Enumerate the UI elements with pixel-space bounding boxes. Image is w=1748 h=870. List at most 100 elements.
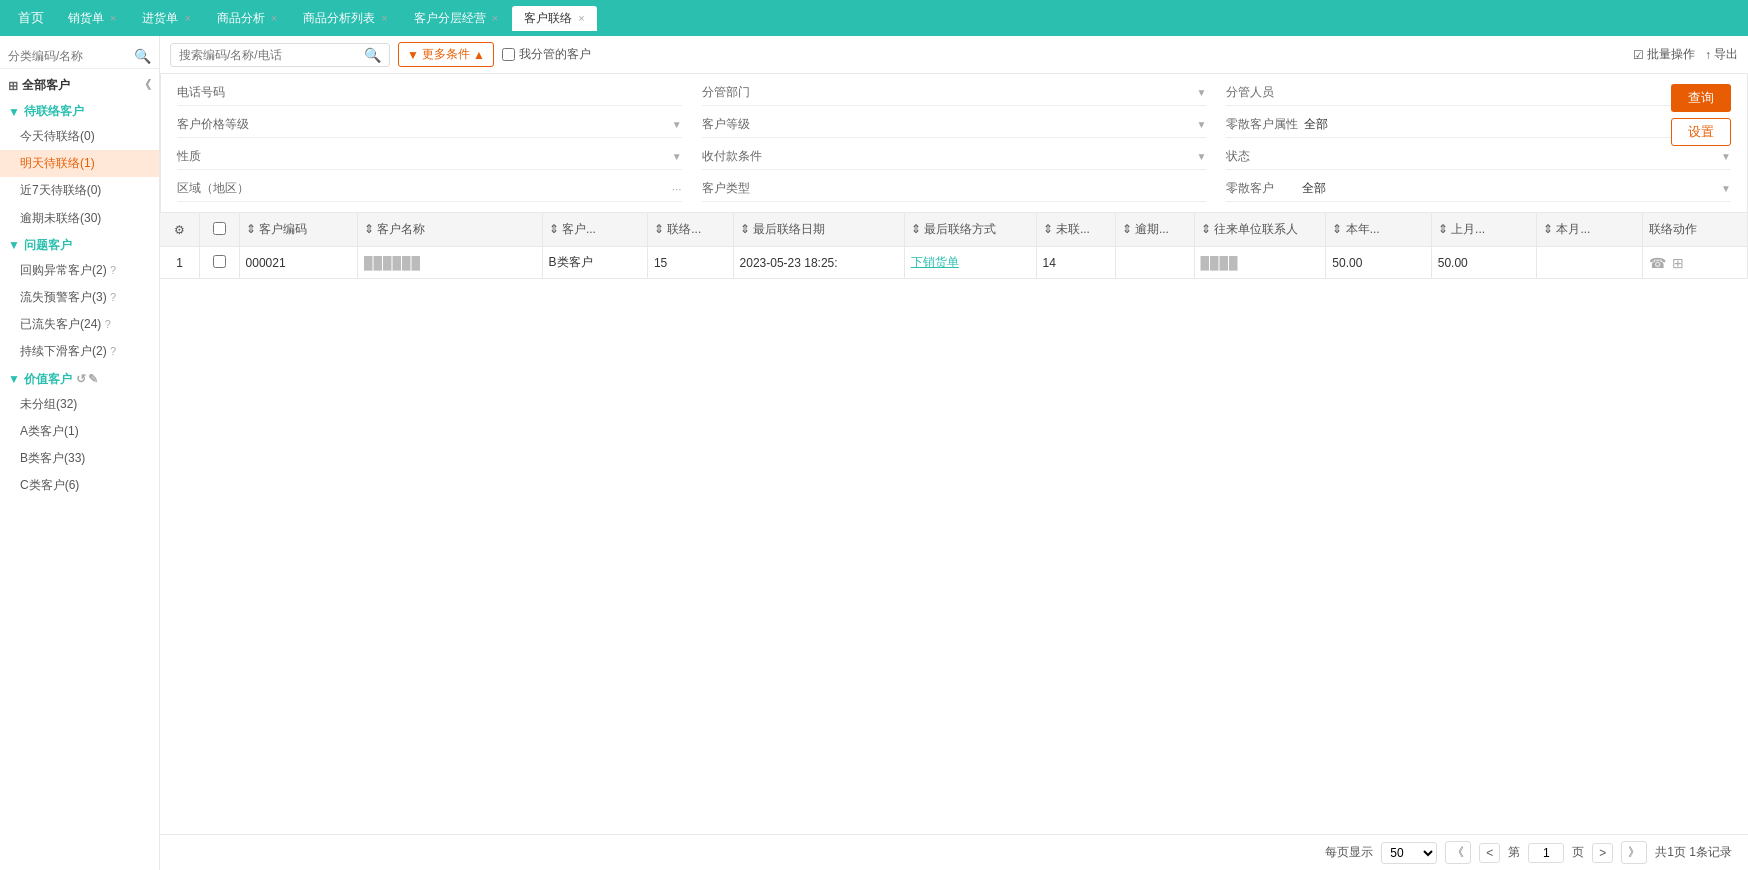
sidebar-search-icon[interactable]: 🔍 [134,48,151,64]
nav-tab-sales[interactable]: 销货单× [56,6,128,31]
table-area: ⚙ ⇕ 客户编码 ⇕ 客户名称 ⇕ 客户... ⇕ 联络... ⇕ 最后联络日期… [160,213,1748,834]
filter-retail-attr: 零散客户属性 全部 ▼ [1226,116,1731,138]
phone-input[interactable] [253,86,682,100]
search-icon[interactable]: 🔍 [364,47,381,63]
export-btn[interactable]: ↑ 导出 [1705,46,1738,63]
filter-region-value[interactable]: ··· [255,182,682,196]
layout: 🔍 ⊞ 全部客户 《 ▼ 待联络客户 今天待联络(0) 明天待联络(1) 近7天… [0,36,1748,870]
sidebar-item-churn-warning[interactable]: 流失预警客户(3) ? [0,284,159,311]
nav-tab-customer-contact[interactable]: 客户联络× [512,6,596,31]
sidebar-item-tomorrow[interactable]: 明天待联络(1) [0,150,159,177]
filter-manager-value[interactable]: ··· [1302,86,1731,100]
sort-icon-11: ⇕ [1438,222,1448,236]
refresh-icon[interactable]: ↺ [76,372,86,386]
sidebar-item-declining[interactable]: 持续下滑客户(2) ? [0,338,159,365]
row-checkbox-cell[interactable] [200,247,240,279]
action-contact-icon[interactable]: ☎ [1649,255,1666,271]
next-page-btn[interactable]: > [1592,843,1613,863]
sidebar-item-7days[interactable]: 近7天待联络(0) [0,177,159,204]
select-all-checkbox[interactable] [213,222,226,235]
filter-phone-value[interactable] [253,86,682,100]
filter-nature-label: 性质 [177,148,247,165]
sort-icon-9: ⇕ [1201,222,1211,236]
col-contact-count: ⇕ 联络... [647,213,733,247]
filter-retail-attr-label: 零散客户属性 [1226,116,1298,133]
more-filter-btn[interactable]: ▼ 更多条件 ▲ [398,42,494,67]
filter-customer-type-value[interactable] [778,182,1207,196]
col-checkbox[interactable] [200,213,240,247]
sidebar-item-b-class[interactable]: B类客户(33) [0,445,159,472]
row-no: 1 [160,247,200,279]
row-name[interactable]: ██████ [358,247,542,279]
sidebar-item-abnormal[interactable]: 回购异常客户(2) ? [0,257,159,284]
last-method-link[interactable]: 下销货单 [911,255,959,269]
reset-button[interactable]: 设置 [1671,118,1731,146]
group-title-value[interactable]: ▼ 价值客户 ↺ ✎ [0,366,159,391]
first-page-btn[interactable]: 《 [1445,841,1471,864]
col-year: ⇕ 本年... [1326,213,1431,247]
retail-customer-dropdown-icon: ▼ [1721,183,1731,194]
customer-type-input[interactable] [778,182,1207,196]
prev-page-btn[interactable]: < [1479,843,1500,863]
nav-tab-purchase[interactable]: 进货单× [130,6,202,31]
filter-retail-attr-value[interactable]: 全部 ▼ [1304,116,1731,133]
row-last-month: 50.00 [1431,247,1536,279]
sidebar-item-c-class[interactable]: C类客户(6) [0,472,159,499]
sidebar: 🔍 ⊞ 全部客户 《 ▼ 待联络客户 今天待联络(0) 明天待联络(1) 近7天… [0,36,160,870]
action-grid-icon[interactable]: ⊞ [1672,255,1684,271]
filter-payment-value[interactable]: ▼ [778,151,1207,162]
sidebar-item-churned[interactable]: 已流失客户(24) ? [0,311,159,338]
filter-customer-type-label: 客户类型 [702,180,772,197]
row-checkbox[interactable] [213,255,226,268]
all-customers-title[interactable]: ⊞ 全部客户 《 [0,73,159,98]
sidebar-search-input[interactable] [8,49,134,63]
filter-retail-customer-value[interactable]: 全部 ▼ [1302,180,1731,197]
search-input[interactable] [179,48,360,62]
region-dots-icon: ··· [672,182,682,196]
filter-payment-label: 收付款条件 [702,148,772,165]
col-settings[interactable]: ⚙ [160,213,200,247]
filter-customer-level-value[interactable]: ▼ [778,119,1207,130]
query-button[interactable]: 查询 [1671,84,1731,112]
my-customers-checkbox[interactable] [502,48,515,61]
last-page-btn[interactable]: 》 [1621,841,1647,864]
sidebar-item-overdue[interactable]: 逾期未联络(30) [0,205,159,232]
filter-manager: 分管人员 ··· [1226,84,1731,106]
filter-price-level-value[interactable]: ▼ [255,119,682,130]
sidebar-search-area: 🔍 [0,44,159,69]
sidebar-item-today[interactable]: 今天待联络(0) [0,123,159,150]
col-action: 联络动作 [1642,213,1748,247]
batch-btn[interactable]: ☑ 批量操作 [1633,46,1695,63]
page-input[interactable] [1528,843,1564,863]
filter-dept-value[interactable]: ▼ [778,87,1207,98]
filter-retail-customer: 零散客户 全部 ▼ [1226,180,1731,202]
nav-tab-customer-tier[interactable]: 客户分层经营× [402,6,510,31]
filter-nature: 性质 ▼ [177,148,682,170]
group-title-problem[interactable]: ▼ 问题客户 [0,232,159,257]
my-customers-checkbox-area: 我分管的客户 [502,46,591,63]
filter-price-level-label: 客户价格等级 [177,116,249,133]
edit-icon[interactable]: ✎ [88,372,98,386]
collapse-sidebar-btn[interactable]: 《 [139,77,151,94]
row-type: B类客户 [542,247,647,279]
nav-home[interactable]: 首页 [8,5,54,31]
filter-customer-level-label: 客户等级 [702,116,772,133]
row-last-method[interactable]: 下销货单 [904,247,1036,279]
filter-region: 区域（地区） ··· [177,180,682,202]
nav-tab-analysis[interactable]: 商品分析× [205,6,289,31]
filter-actions: 查询 设置 [1671,84,1731,146]
page-size-select[interactable]: 50 [1381,842,1437,864]
filter-manager-label: 分管人员 [1226,84,1296,101]
sidebar-item-a-class[interactable]: A类客户(1) [0,418,159,445]
filter-dept: 分管部门 ▼ [702,84,1207,106]
status-dropdown-icon: ▼ [1721,151,1731,162]
col-type: ⇕ 客户... [542,213,647,247]
nav-tab-analysis-list[interactable]: 商品分析列表× [291,6,399,31]
sort-icon-7: ⇕ [1043,222,1053,236]
col-last-date: ⇕ 最后联络日期 [733,213,904,247]
group-title-pending[interactable]: ▼ 待联络客户 [0,98,159,123]
filter-status-value[interactable]: ▼ [1302,151,1731,162]
sort-icon-4: ⇕ [654,222,664,236]
sidebar-item-ungroup[interactable]: 未分组(32) [0,391,159,418]
filter-nature-value[interactable]: ▼ [253,151,682,162]
